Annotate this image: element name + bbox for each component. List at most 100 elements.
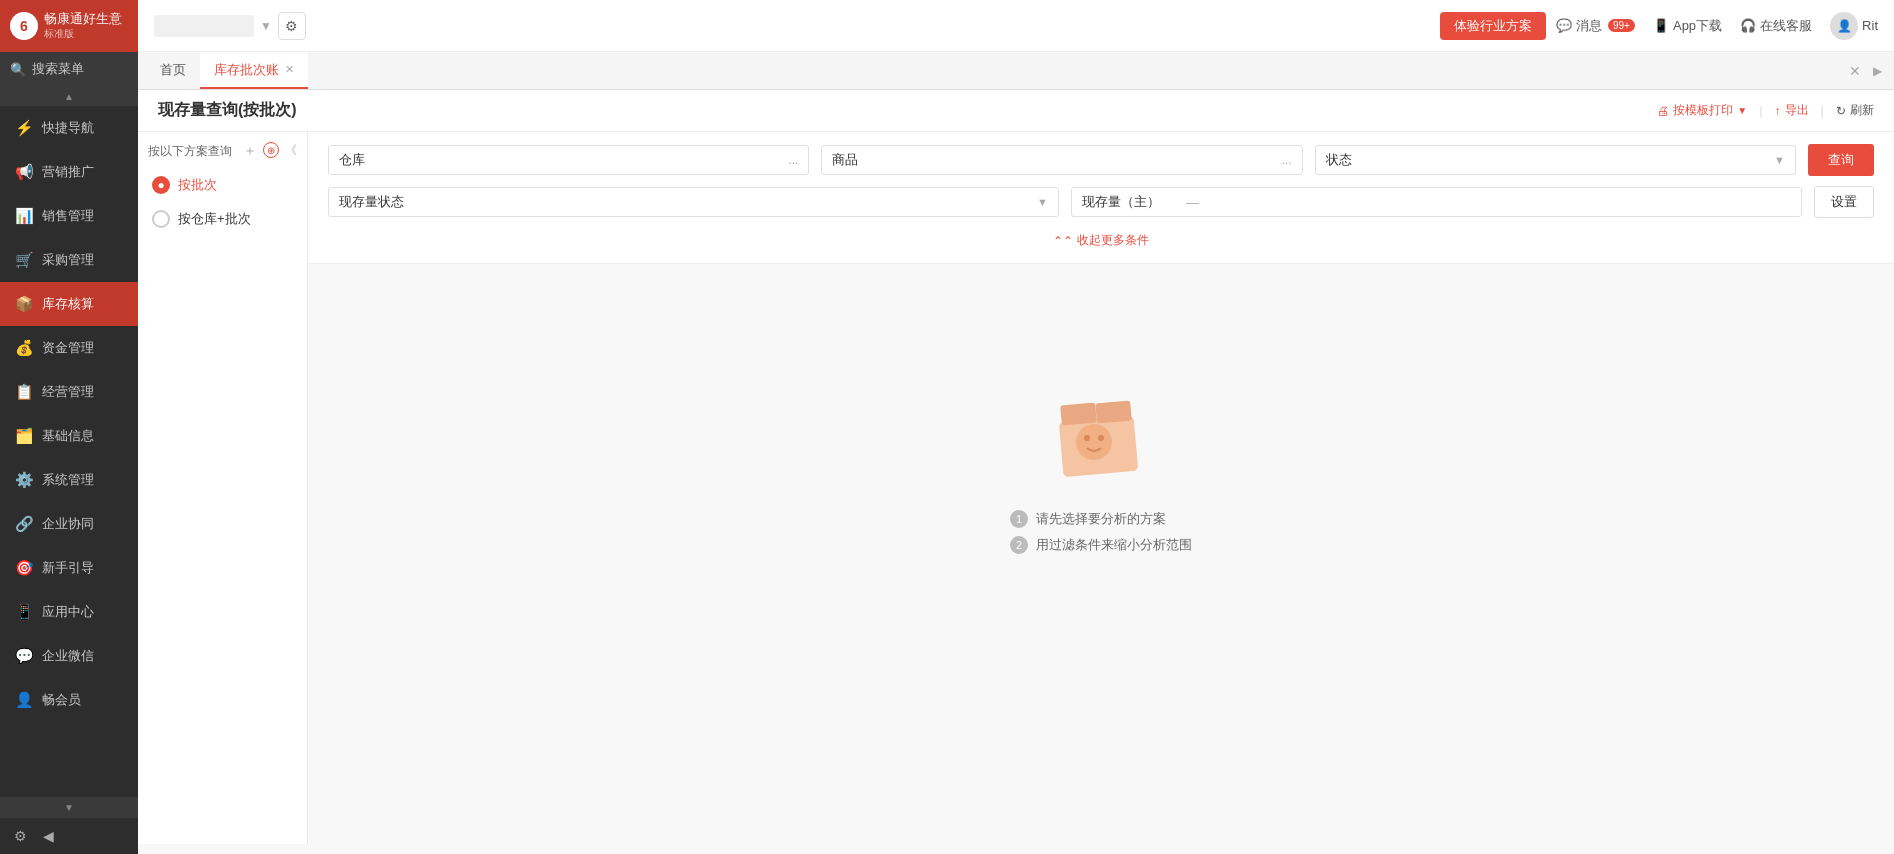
search-menu[interactable]: 🔍 搜索菜单 (0, 52, 138, 86)
tab-home[interactable]: 首页 (146, 52, 200, 89)
messages-label: 消息 (1576, 17, 1602, 35)
collapse-more-label: 收起更多条件 (1077, 232, 1149, 249)
print-template-button[interactable]: 🖨 按模板打印 ▼ (1657, 102, 1747, 119)
query-button[interactable]: 查询 (1808, 144, 1874, 176)
tab-inventory-batch-label: 库存批次账 (214, 61, 279, 79)
app-download-item[interactable]: 📱 App下载 (1653, 17, 1722, 35)
sidebar-item-member[interactable]: 👤 畅会员 (0, 678, 138, 722)
product-label: 商品 (832, 151, 858, 169)
online-service-item[interactable]: 🎧 在线客服 (1740, 17, 1812, 35)
warehouse-filter[interactable]: 仓库 ... (328, 145, 809, 175)
app-download-label: App下载 (1673, 17, 1722, 35)
tab-inventory-batch[interactable]: 库存批次账 ✕ (200, 52, 308, 89)
scheme-label: 按批次 (178, 176, 217, 194)
scheme-inactive-dot (152, 210, 170, 228)
stock-status-dropdown-icon: ▼ (1037, 196, 1048, 208)
settings-scheme-icon[interactable]: ⊕ (263, 142, 279, 158)
page-actions: 🖨 按模板打印 ▼ | ↑ 导出 | ↻ 刷新 (1657, 102, 1874, 119)
newbie-icon: 🎯 (14, 558, 34, 578)
phone-icon: 📱 (1653, 18, 1669, 33)
tab-bar-close-icon[interactable]: ✕ (1841, 63, 1869, 79)
sidebar-item-appcenter[interactable]: 📱 应用中心 (0, 590, 138, 634)
page-title: 现存量查询(按批次) (158, 100, 297, 121)
gear-button[interactable]: ⚙ (278, 12, 306, 40)
user-item[interactable]: 👤 Rit (1830, 12, 1878, 40)
stock-quantity-label: 现存量（主） (1082, 193, 1160, 211)
sidebar-item-label: 资金管理 (42, 339, 94, 357)
warehouse-more-icon[interactable]: ... (788, 153, 798, 167)
sidebar-item-operations[interactable]: 📋 经营管理 (0, 370, 138, 414)
scheme-item-by-warehouse-batch[interactable]: 按仓库+批次 (138, 202, 307, 236)
sidebar-item-label: 新手引导 (42, 559, 94, 577)
sidebar-item-inventory[interactable]: 📦 库存核算 (0, 282, 138, 326)
empty-hint-1: 1 请先选择要分析的方案 (1010, 510, 1192, 528)
online-service-label: 在线客服 (1760, 17, 1812, 35)
product-filter[interactable]: 商品 ... (821, 145, 1302, 175)
status-dropdown-icon: ▼ (1774, 154, 1785, 166)
sidebar-item-marketing[interactable]: 📢 营销推广 (0, 150, 138, 194)
tab-close-icon[interactable]: ✕ (285, 63, 294, 76)
status-filter[interactable]: 状态 ▼ (1315, 145, 1796, 175)
svg-rect-1 (1060, 402, 1097, 425)
scheme-active-dot: ● (152, 176, 170, 194)
sidebar-item-enterprise[interactable]: 🔗 企业协同 (0, 502, 138, 546)
avatar: 👤 (1830, 12, 1858, 40)
main-area: ▼ ⚙ 体验行业方案 💬 消息 99+ 📱 App下载 🎧 在线客服 👤 Rit (138, 0, 1894, 854)
sidebar-item-newbie[interactable]: 🎯 新手引导 (0, 546, 138, 590)
sidebar-title-block: 畅康通好生意 标准版 (44, 11, 122, 42)
hint-text-1: 请先选择要分析的方案 (1036, 510, 1166, 528)
content-area: 现存量查询(按批次) 🖨 按模板打印 ▼ | ↑ 导出 | ↻ 刷新 (138, 90, 1894, 854)
svg-rect-2 (1095, 400, 1132, 423)
left-panel-header: 按以下方案查询 ＋ ⊕ 《 (138, 142, 307, 168)
sidebar-item-shortcuts[interactable]: ⚡ 快捷导航 (0, 106, 138, 150)
empty-hint-2: 2 用过滤条件来缩小分析范围 (1010, 536, 1192, 554)
add-scheme-icon[interactable]: ＋ (243, 142, 257, 160)
settings-icon[interactable]: ⚙ (14, 828, 27, 844)
app-logo: 6 (10, 12, 38, 40)
sidebar-item-finance[interactable]: 💰 资金管理 (0, 326, 138, 370)
sidebar-item-purchase[interactable]: 🛒 采购管理 (0, 238, 138, 282)
sidebar-scroll-down[interactable]: ▼ (0, 797, 138, 817)
tab-bar-more-icon[interactable]: ▶ (1869, 64, 1886, 78)
stock-status-filter[interactable]: 现存量状态 ▼ (328, 187, 1059, 217)
app-subtitle: 标准版 (44, 27, 122, 41)
export-button[interactable]: ↑ 导出 (1775, 102, 1809, 119)
sidebar-item-basic[interactable]: 🗂️ 基础信息 (0, 414, 138, 458)
sidebar-item-sales[interactable]: 📊 销售管理 (0, 194, 138, 238)
collapse-more-btn[interactable]: ⌃⌃ 收起更多条件 (328, 228, 1874, 255)
sidebar-item-system[interactable]: ⚙️ 系统管理 (0, 458, 138, 502)
enterprise-icon: 🔗 (14, 514, 34, 534)
basic-icon: 🗂️ (14, 426, 34, 446)
stock-status-label: 现存量状态 (339, 193, 404, 211)
print-icon: 🖨 (1657, 104, 1669, 118)
appcenter-icon: 📱 (14, 602, 34, 622)
app-title: 畅康通好生意 (44, 11, 122, 28)
product-more-icon[interactable]: ... (1282, 153, 1292, 167)
shortcuts-icon: ⚡ (14, 118, 34, 138)
settings-button[interactable]: 设置 (1814, 186, 1874, 218)
refresh-button[interactable]: ↻ 刷新 (1836, 102, 1874, 119)
sidebar-scroll-up[interactable]: ▲ (0, 86, 138, 106)
stock-quantity-filter[interactable]: 现存量（主） — (1071, 187, 1802, 217)
main-body: 按以下方案查询 ＋ ⊕ 《 ● 按批次 按仓库+批次 (138, 132, 1894, 844)
finance-icon: 💰 (14, 338, 34, 358)
breadcrumb-arrow-icon: ▼ (260, 19, 272, 33)
sidebar-item-wechat[interactable]: 💬 企业微信 (0, 634, 138, 678)
scheme-item-by-batch[interactable]: ● 按批次 (138, 168, 307, 202)
messages-item[interactable]: 💬 消息 99+ (1556, 17, 1635, 35)
left-panel-icons: ＋ ⊕ 《 (243, 142, 297, 160)
breadcrumb-input[interactable] (154, 15, 254, 37)
sidebar-header: 6 畅康通好生意 标准版 (0, 0, 138, 52)
search-icon: 🔍 (10, 62, 26, 77)
toggle-sidebar-icon[interactable]: ◀ (43, 828, 54, 844)
action-divider-2: | (1821, 103, 1824, 118)
hint-text-2: 用过滤条件来缩小分析范围 (1036, 536, 1192, 554)
page-header: 现存量查询(按批次) 🖨 按模板打印 ▼ | ↑ 导出 | ↻ 刷新 (138, 90, 1894, 132)
collapse-up-icon: ⌃⌃ (1053, 234, 1073, 248)
sidebar-item-label: 畅会员 (42, 691, 81, 709)
print-dropdown-icon: ▼ (1737, 105, 1747, 116)
trial-button[interactable]: 体验行业方案 (1440, 12, 1546, 40)
warehouse-label: 仓库 (339, 151, 365, 169)
status-label: 状态 (1326, 151, 1352, 169)
collapse-left-panel-icon[interactable]: 《 (285, 142, 297, 160)
